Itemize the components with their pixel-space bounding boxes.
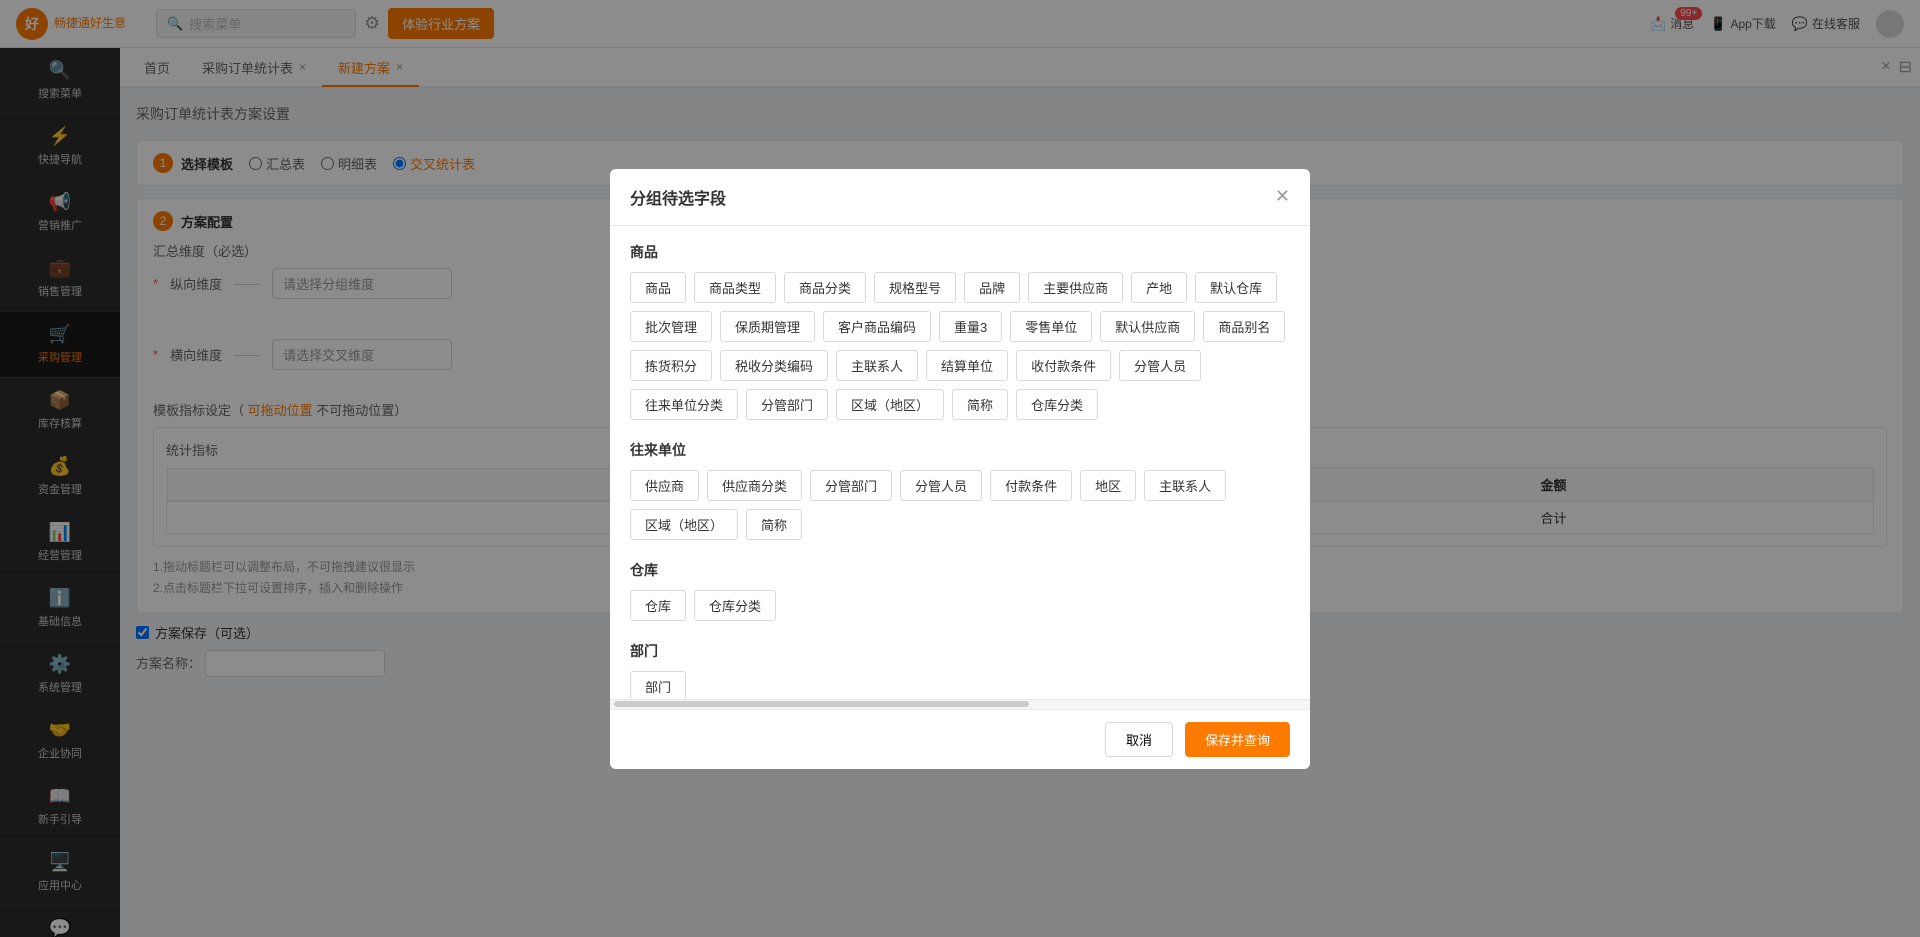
tag-dept[interactable]: 分管部门 [746,389,828,420]
group-title-warehouse: 仓库 [630,560,1290,580]
tag-batch[interactable]: 批次管理 [630,311,712,342]
tag-pick-score[interactable]: 拣货积分 [630,350,712,381]
group-title-dept: 部门 [630,641,1290,661]
modal-horizontal-scrollbar[interactable] [610,699,1310,709]
tag-department[interactable]: 部门 [630,671,686,699]
tag-supplier-category[interactable]: 供应商分类 [707,470,802,501]
tag-origin[interactable]: 产地 [1131,272,1187,303]
tag-warehouse-cat[interactable]: 仓库分类 [694,590,776,621]
tag-default-supplier[interactable]: 默认供应商 [1100,311,1195,342]
field-group-partner: 往来单位 供应商 供应商分类 分管部门 分管人员 付款条件 地区 主联系人 区域… [630,440,1290,540]
tag-settle-unit[interactable]: 结算单位 [926,350,1008,381]
tag-short-name2[interactable]: 简称 [746,509,802,540]
tag-mgmt-person[interactable]: 分管人员 [900,470,982,501]
tag-main-contact2[interactable]: 主联系人 [1144,470,1226,501]
tag-warehouse-category[interactable]: 仓库分类 [1016,389,1098,420]
tag-shelf-life[interactable]: 保质期管理 [720,311,815,342]
tag-goods-alias[interactable]: 商品别名 [1203,311,1285,342]
group-title-partner: 往来单位 [630,440,1290,460]
tag-area[interactable]: 地区 [1080,470,1136,501]
partner-tags: 供应商 供应商分类 分管部门 分管人员 付款条件 地区 主联系人 区域（地区） … [630,470,1290,540]
tag-customer-code[interactable]: 客户商品编码 [823,311,931,342]
modal-footer: 取消 保存并查询 [610,709,1310,769]
tag-supplier[interactable]: 供应商 [630,470,699,501]
tag-weight3[interactable]: 重量3 [939,311,1002,342]
goods-tags: 商品 商品类型 商品分类 规格型号 品牌 主要供应商 产地 默认仓库 批次管理 … [630,272,1290,420]
tag-region[interactable]: 区域（地区） [836,389,944,420]
group-title-goods: 商品 [630,242,1290,262]
modal-dialog: 分组待选字段 ✕ 商品 商品 商品类型 商品分类 规格型号 品牌 主要供应商 产… [610,169,1310,769]
tag-payment-terms[interactable]: 收付款条件 [1016,350,1111,381]
save-query-button[interactable]: 保存并查询 [1185,722,1290,757]
tag-partner-category[interactable]: 往来单位分类 [630,389,738,420]
dept-tags: 部门 [630,671,1290,699]
modal-overlay: 分组待选字段 ✕ 商品 商品 商品类型 商品分类 规格型号 品牌 主要供应商 产… [0,0,1920,937]
tag-warehouse[interactable]: 仓库 [630,590,686,621]
tag-pay-terms[interactable]: 付款条件 [990,470,1072,501]
warehouse-tags: 仓库 仓库分类 [630,590,1290,621]
modal-body: 商品 商品 商品类型 商品分类 规格型号 品牌 主要供应商 产地 默认仓库 批次… [610,226,1310,699]
tag-tax-code[interactable]: 税收分类编码 [720,350,828,381]
tag-goods-type[interactable]: 商品类型 [694,272,776,303]
tag-region2[interactable]: 区域（地区） [630,509,738,540]
hscroll-thumb[interactable] [614,701,1029,707]
tag-main-supplier[interactable]: 主要供应商 [1028,272,1123,303]
tag-goods-category[interactable]: 商品分类 [784,272,866,303]
tag-supervisor[interactable]: 分管人员 [1119,350,1201,381]
tag-short-name[interactable]: 简称 [952,389,1008,420]
tag-goods[interactable]: 商品 [630,272,686,303]
tag-retail-unit[interactable]: 零售单位 [1010,311,1092,342]
modal-header: 分组待选字段 ✕ [610,169,1310,226]
tag-spec-model[interactable]: 规格型号 [874,272,956,303]
field-group-goods: 商品 商品 商品类型 商品分类 规格型号 品牌 主要供应商 产地 默认仓库 批次… [630,242,1290,420]
cancel-button[interactable]: 取消 [1105,722,1173,757]
modal-title: 分组待选字段 [630,185,726,209]
tag-main-contact[interactable]: 主联系人 [836,350,918,381]
tag-mgmt-dept[interactable]: 分管部门 [810,470,892,501]
field-group-warehouse: 仓库 仓库 仓库分类 [630,560,1290,621]
modal-close-button[interactable]: ✕ [1275,186,1290,207]
field-group-dept: 部门 部门 [630,641,1290,699]
tag-default-warehouse[interactable]: 默认仓库 [1195,272,1277,303]
tag-brand[interactable]: 品牌 [964,272,1020,303]
